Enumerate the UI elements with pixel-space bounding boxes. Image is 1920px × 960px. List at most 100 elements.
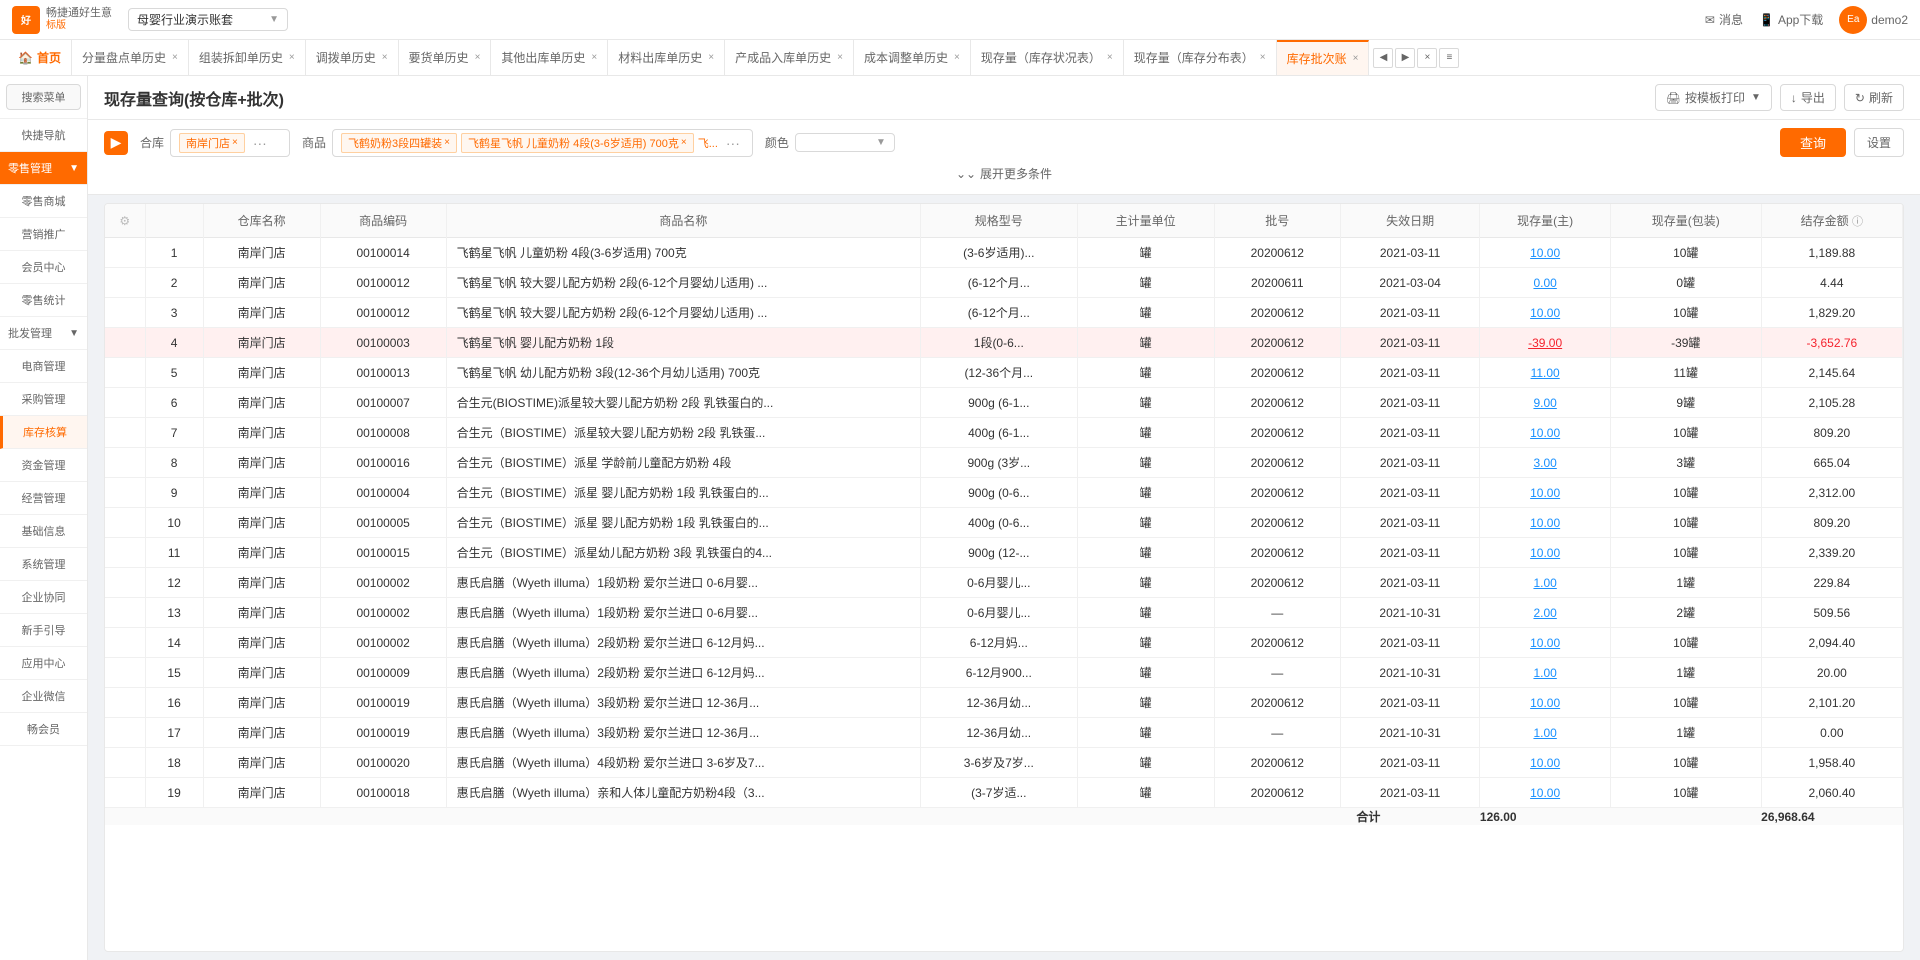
- col-index: [145, 204, 203, 238]
- tab-close-icon[interactable]: ×: [837, 52, 843, 63]
- goods-tag-3: 飞...: [698, 135, 718, 151]
- expand-filter-btn[interactable]: ▶: [104, 131, 128, 155]
- settings-icon[interactable]: ⚙: [119, 214, 130, 228]
- tab-menu-btn[interactable]: ≡: [1439, 48, 1459, 68]
- goods-tag-close-2[interactable]: ×: [681, 137, 687, 148]
- export-btn[interactable]: ↓ 导出: [1780, 84, 1836, 111]
- tab-cailiao[interactable]: 材料出库单历史 ×: [608, 40, 725, 76]
- logo-text: 畅捷通好生意 标版: [46, 7, 112, 32]
- sidebar-item-wholesale[interactable]: 批发管理 ▼: [0, 317, 87, 350]
- table-row: 19 南岸门店 00100018 惠氏启膳（Wyeth illuma）亲和人体儿…: [105, 778, 1903, 808]
- warehouse-more-icon[interactable]: ···: [249, 135, 271, 151]
- sidebar-item-basic-info[interactable]: 基础信息: [0, 515, 87, 548]
- tab-close-icon[interactable]: ×: [475, 52, 481, 63]
- tab-close-icon[interactable]: ×: [382, 52, 388, 63]
- warehouse-filter: 合库 南岸门店 × ···: [140, 129, 290, 157]
- tab-close-icon[interactable]: ×: [954, 52, 960, 63]
- tab-prev-btn[interactable]: ◀: [1373, 48, 1393, 68]
- sidebar-item-retail-mall[interactable]: 零售商城: [0, 185, 87, 218]
- table-row: 17 南岸门店 00100019 惠氏启膳（Wyeth illuma）3段奶粉 …: [105, 718, 1903, 748]
- sidebar-item-retail-stats[interactable]: 零售统计: [0, 284, 87, 317]
- quick-nav-btn[interactable]: 快捷导航: [6, 123, 81, 147]
- table-container: ⚙ 仓库名称 商品编码 商品名称 规格型号 主计量单位 批号 失效日期 现存量(…: [104, 203, 1904, 952]
- sidebar-item-operations[interactable]: 经营管理: [0, 482, 87, 515]
- tab-qtchuku[interactable]: 其他出库单历史 ×: [491, 40, 608, 76]
- chevron-icon: ▼: [69, 328, 79, 339]
- goods-tag-close-1[interactable]: ×: [444, 137, 450, 148]
- tab-fenpan[interactable]: 分量盘点单历史 ×: [72, 40, 189, 76]
- tab-home[interactable]: 🏠 首页: [8, 40, 72, 76]
- sidebar-item-ecommerce[interactable]: 电商管理: [0, 350, 87, 383]
- org-selector[interactable]: 母婴行业演示账套 ▼: [128, 8, 288, 31]
- table-row: 18 南岸门店 00100020 惠氏启膳（Wyeth illuma）4段奶粉 …: [105, 748, 1903, 778]
- tab-yaohuo[interactable]: 要货单历史 ×: [399, 40, 492, 76]
- sidebar-item-label: 采购管理: [22, 391, 66, 407]
- message-btn[interactable]: ✉ 消息: [1705, 11, 1743, 28]
- table-row: 6 南岸门店 00100007 合生元(BIOSTIME)派星较大婴儿配方奶粉 …: [105, 388, 1903, 418]
- sidebar-item-marketing[interactable]: 营销推广: [0, 218, 87, 251]
- table-row: 2 南岸门店 00100012 飞鹤星飞帆 较大婴儿配方奶粉 2段(6-12个月…: [105, 268, 1903, 298]
- inventory-table: ⚙ 仓库名称 商品编码 商品名称 规格型号 主计量单位 批号 失效日期 现存量(…: [105, 204, 1903, 825]
- app-download-btn[interactable]: 📱 App下载: [1759, 11, 1823, 28]
- tab-chengpin[interactable]: 产成品入库单历史 ×: [725, 40, 854, 76]
- goods-more-icon[interactable]: ···: [722, 135, 744, 151]
- tab-zuzhuang[interactable]: 组装拆卸单历史 ×: [189, 40, 306, 76]
- expand-more-btn[interactable]: ⌄⌄ 展开更多条件: [104, 161, 1904, 186]
- sidebar-item-sys-mgmt[interactable]: 系统管理: [0, 548, 87, 581]
- tab-bar: 🏠 首页 分量盘点单历史 × 组装拆卸单历史 × 调拨单历史 × 要货单历史 ×…: [0, 40, 1920, 76]
- tab-close-icon[interactable]: ×: [708, 52, 714, 63]
- sidebar-item-enterprise[interactable]: 企业协同: [0, 581, 87, 614]
- table-row: 15 南岸门店 00100009 惠氏启膳（Wyeth illuma）2段奶粉 …: [105, 658, 1903, 688]
- sidebar-item-retail-mgmt[interactable]: 零售管理 ▼: [0, 152, 87, 185]
- sidebar-item-purchase[interactable]: 采购管理: [0, 383, 87, 416]
- query-btn[interactable]: 查询: [1780, 128, 1846, 157]
- info-icon[interactable]: ⓘ: [1852, 216, 1863, 228]
- table-row: 13 南岸门店 00100002 惠氏启膳（Wyeth illuma）1段奶粉 …: [105, 598, 1903, 628]
- user-menu[interactable]: Ea demo2: [1839, 6, 1908, 34]
- settings-btn[interactable]: 设置: [1854, 128, 1904, 157]
- table-row: 5 南岸门店 00100013 飞鹤星飞帆 幼儿配方奶粉 3段(12-36个月幼…: [105, 358, 1903, 388]
- table-row: 14 南岸门店 00100002 惠氏启膳（Wyeth illuma）2段奶粉 …: [105, 628, 1903, 658]
- sidebar-item-guide[interactable]: 新手引导: [0, 614, 87, 647]
- table-row: 9 南岸门店 00100004 合生元（BIOSTIME）派星 婴儿配方奶粉 1…: [105, 478, 1903, 508]
- sidebar-item-label: 企业协同: [22, 589, 66, 605]
- sidebar-item-inventory[interactable]: 库存核算: [0, 416, 87, 449]
- tab-diaob[interactable]: 调拨单历史 ×: [306, 40, 399, 76]
- tab-close-icon[interactable]: ×: [591, 52, 597, 63]
- chevron-down-icon: ▼: [876, 137, 886, 148]
- search-menu-btn[interactable]: 搜索菜单: [6, 84, 81, 110]
- color-selector[interactable]: ▼: [795, 133, 895, 152]
- table-row: 7 南岸门店 00100008 合生元（BIOSTIME）派星较大婴儿配方奶粉 …: [105, 418, 1903, 448]
- sidebar-item-finance[interactable]: 资金管理: [0, 449, 87, 482]
- tab-close-icon[interactable]: ×: [289, 52, 295, 63]
- content-area: 现存量查询(按仓库+批次) 🖨 按模板打印 ▼ ↓ 导出 ↻ 刷新: [88, 76, 1920, 960]
- tab-kucunpici[interactable]: 库存批次账 ×: [1277, 40, 1370, 76]
- refresh-btn[interactable]: ↻ 刷新: [1844, 84, 1904, 111]
- tab-chengben[interactable]: 成本调整单历史 ×: [854, 40, 971, 76]
- tab-close-icon[interactable]: ×: [172, 52, 178, 63]
- tab-close-icon[interactable]: ×: [1260, 52, 1266, 63]
- color-filter: 颜色 ▼: [765, 133, 895, 152]
- query-actions: 查询 设置: [1780, 128, 1904, 157]
- sidebar-item-label: 批发管理: [8, 325, 52, 341]
- tab-close-all-btn[interactable]: ×: [1417, 48, 1437, 68]
- col-batch: 批号: [1214, 204, 1340, 238]
- logo-icon: 好: [12, 6, 40, 34]
- sidebar-item-label: 系统管理: [22, 556, 66, 572]
- sidebar-item-wechat[interactable]: 企业微信: [0, 680, 87, 713]
- print-btn[interactable]: 🖨 按模板打印 ▼: [1655, 84, 1772, 111]
- tab-next-btn[interactable]: ▶: [1395, 48, 1415, 68]
- col-name: 商品名称: [446, 204, 920, 238]
- goods-tag-2: 飞鹤星飞帆 儿童奶粉 4段(3-6岁适用) 700克 ×: [461, 133, 694, 153]
- tab-kucun1[interactable]: 现存量（库存状况表） ×: [971, 40, 1124, 76]
- tab-close-icon[interactable]: ×: [1353, 53, 1359, 64]
- warehouse-selector[interactable]: 南岸门店 × ···: [170, 129, 290, 157]
- warehouse-tag-close[interactable]: ×: [232, 137, 238, 148]
- sidebar-item-member2[interactable]: 畅会员: [0, 713, 87, 746]
- goods-selector[interactable]: 飞鹤奶粉3段四罐装 × 飞鹤星飞帆 儿童奶粉 4段(3-6岁适用) 700克 ×…: [332, 129, 753, 157]
- tab-close-icon[interactable]: ×: [1107, 52, 1113, 63]
- sidebar-item-app-center[interactable]: 应用中心: [0, 647, 87, 680]
- sidebar-item-member[interactable]: 会员中心: [0, 251, 87, 284]
- tab-kucun2[interactable]: 现存量（库存分布表） ×: [1124, 40, 1277, 76]
- filter-bar: ▶ 合库 南岸门店 × ··· 商品: [88, 120, 1920, 195]
